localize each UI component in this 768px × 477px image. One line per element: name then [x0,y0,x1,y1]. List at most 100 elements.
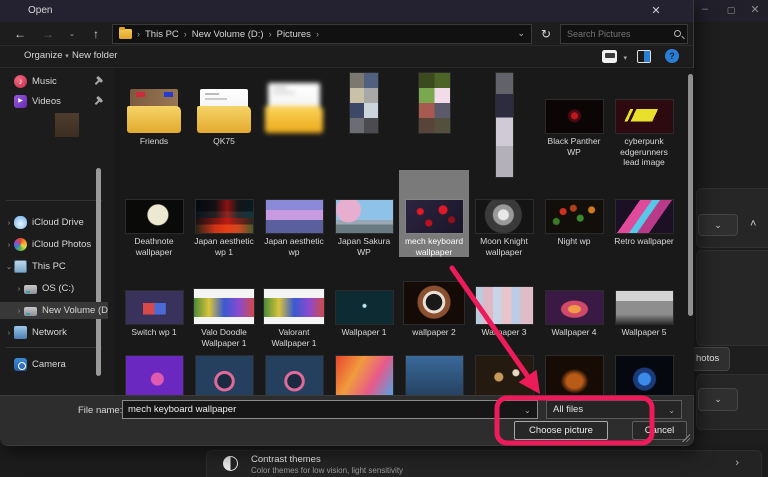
help-icon[interactable]: ? [665,49,679,63]
thumbnail-wrap [539,68,609,133]
browse-photos-button[interactable]: hotos [692,347,730,371]
folder-item[interactable]: QK75 [189,68,259,168]
file-item[interactable]: Valorant Wallpaper 1 [259,272,329,348]
file-grid: FriendsQK75 Black Panther WPcyberpunk edg… [114,68,694,395]
chevron-up-icon[interactable]: ˄ [750,218,756,230]
file-item[interactable] [399,68,469,168]
file-item[interactable]: Retro wallpaper [609,170,679,257]
chevron-down-icon[interactable]: ⌄ [517,28,525,39]
file-item[interactable] [259,366,329,395]
caret-down-icon[interactable]: ▾ [623,54,627,62]
preview-pane-icon[interactable] [637,50,651,63]
breadcrumb-separator: › [181,29,190,39]
sidebar-item-label: Music [32,76,57,87]
file-item[interactable] [469,68,539,168]
breadcrumb-item[interactable]: Pictures [275,29,313,40]
search-box[interactable] [560,24,688,44]
close-icon[interactable]: ✕ [744,3,766,16]
cancel-button[interactable]: Cancel [632,421,687,440]
file-item[interactable]: Wallpaper 4 [539,272,609,348]
expander-icon[interactable]: › [4,328,14,337]
file-item[interactable]: Switch wp 1 [119,272,189,348]
file-item[interactable]: Japan aesthetic wp [259,170,329,257]
maximize-icon[interactable]: ▢ [720,5,742,16]
sidebar-item-music[interactable]: ♪Music [0,73,108,90]
breadcrumb-item[interactable]: This PC [143,29,181,40]
file-label: Moon Knight wallpaper [471,236,537,257]
file-item[interactable] [329,68,399,168]
settings-dropdown-button[interactable]: ⌄ [698,214,738,236]
file-item[interactable] [399,366,469,395]
thumbnail-wrap [259,68,329,133]
up-button[interactable]: ↑ [86,24,106,44]
file-type-select[interactable]: All files ⌄ [546,400,682,419]
folder-item[interactable] [259,68,329,168]
recent-locations-button[interactable]: ⌄ [62,24,82,44]
sidebar-item-os-c[interactable]: ›OS (C:) [0,280,108,297]
file-item[interactable] [329,366,399,395]
file-item[interactable]: Valo Doodle Wallpaper 1 [189,272,259,348]
expander-icon[interactable]: › [4,240,14,249]
settings-dropdown-button[interactable]: ⌄ [698,388,738,411]
close-icon[interactable]: ✕ [647,3,665,19]
breadcrumb[interactable]: ›This PC›New Volume (D:)›Pictures› ⌄ [112,24,532,44]
blurred-image-thumbnail [196,356,253,395]
file-item[interactable] [189,366,259,395]
sidebar-item-icloud-photos[interactable]: ›iCloud Photos [0,236,108,253]
file-item[interactable]: wallpaper 2 [399,272,469,348]
blurred-image-thumbnail [336,356,393,395]
file-item[interactable]: Wallpaper 1 [329,272,399,348]
search-input[interactable] [565,26,665,42]
resize-grip[interactable] [682,434,690,442]
sidebar-item-videos[interactable]: ▶Videos [0,93,108,110]
file-item[interactable]: Deathnote wallpaper [119,170,189,257]
wallpaper-4-thumbnail [546,291,603,324]
refresh-button[interactable]: ↻ [536,24,556,44]
expander-icon[interactable]: › [14,306,24,315]
blurred-image-thumbnail [496,73,513,177]
file-item[interactable] [609,366,679,395]
file-item[interactable]: Wallpaper 3 [469,272,539,348]
file-item[interactable]: Night wp [539,170,609,257]
file-item[interactable] [469,366,539,395]
contrast-themes-row[interactable]: Contrast themes Color themes for low vis… [206,450,762,477]
choose-picture-button[interactable]: Choose picture [514,421,608,440]
forward-button[interactable]: → [38,24,58,44]
expander-icon[interactable]: › [14,284,24,293]
file-item[interactable]: cyberpunk edgerunners lead image [609,68,679,168]
file-item[interactable] [539,366,609,395]
organize-button[interactable]: Organize ▾ [24,50,69,61]
file-item[interactable]: Wallpaper 5 [609,272,679,348]
black-panther-wp-thumbnail [546,100,603,133]
sidebar-item-network[interactable]: ›Network [0,324,108,341]
sidebar-item-label: iCloud Drive [32,217,84,228]
file-item[interactable]: Japan aesthetic wp 1 [189,170,259,257]
sidebar-item-camera[interactable]: Camera [0,356,108,373]
sidebar-item-new-volume-d[interactable]: ›New Volume (D:) [0,302,108,319]
breadcrumb-separator: › [313,29,322,39]
sidebar-item-icloud-drive[interactable]: › iCloud Drive [0,214,108,231]
sidebar-item-this-pc[interactable]: ⌄This PC [0,258,108,275]
expander-icon[interactable]: ⌄ [4,262,14,271]
expander-icon[interactable]: › [4,218,14,227]
breadcrumb-item[interactable]: New Volume (D:) [190,29,266,40]
minimize-icon[interactable]: – [694,3,716,15]
thumbnail-wrap [609,68,679,133]
sidebar-item-label: Camera [32,359,66,370]
file-item[interactable] [119,366,189,395]
file-item[interactable]: Black Panther WP [539,68,609,168]
japan-aesthetic-wp-1-thumbnail [196,200,253,233]
file-grid-row: Deathnote wallpaperJapan aesthetic wp 1J… [114,170,694,257]
back-button[interactable]: ← [10,24,30,44]
file-name-input[interactable] [122,400,538,419]
chevron-down-icon[interactable]: ⌄ [524,406,531,415]
new-folder-button[interactable]: New folder [72,50,117,61]
thumbnail-wrap [329,272,399,324]
folder-item[interactable]: Friends [119,68,189,168]
file-item[interactable]: mech keyboard wallpaper [399,170,469,257]
view-mode-icon[interactable] [602,50,617,63]
file-item[interactable]: Moon Knight wallpaper [469,170,539,257]
file-item[interactable]: Japan Sakura WP [329,170,399,257]
file-label: Valorant Wallpaper 1 [261,327,327,348]
dialog-titlebar[interactable]: Open ✕ [0,0,693,22]
